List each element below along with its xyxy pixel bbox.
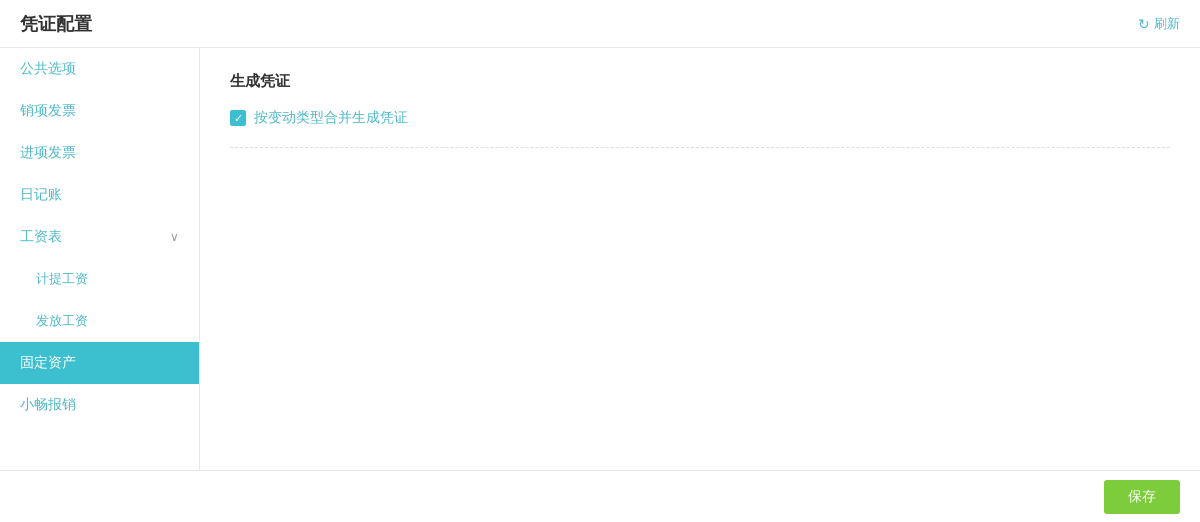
refresh-label: 刷新 [1154, 15, 1180, 33]
sidebar-item-label: 销项发票 [20, 102, 76, 120]
refresh-button[interactable]: ↻ 刷新 [1138, 15, 1180, 33]
sidebar-item-purchase-invoice[interactable]: 进项发票 [0, 132, 199, 174]
checkbox-label[interactable]: 按变动类型合并生成凭证 [254, 109, 408, 127]
merge-checkbox[interactable]: ✓ [230, 110, 246, 126]
sidebar-item-public-options[interactable]: 公共选项 [0, 48, 199, 90]
sidebar-item-fixed-assets[interactable]: 固定资产 [0, 342, 199, 384]
chevron-down-icon: ∨ [170, 230, 179, 244]
sidebar-item-pay-salary[interactable]: 发放工资 [0, 300, 199, 342]
sidebar: 公共选项销项发票进项发票日记账工资表 ∨ 计提工资发放工资固定资产小畅报销 [0, 48, 200, 470]
sidebar-item-expense-report[interactable]: 小畅报销 [0, 384, 199, 426]
check-mark-icon: ✓ [234, 113, 243, 124]
content-area: 公共选项销项发票进项发票日记账工资表 ∨ 计提工资发放工资固定资产小畅报销 生成凭证… [0, 48, 1200, 470]
save-button[interactable]: 保存 [1104, 480, 1180, 514]
sidebar-item-label: 固定资产 [20, 354, 76, 372]
page-title: 凭证配置 [20, 12, 92, 36]
section-title: 生成凭证 [230, 72, 1170, 91]
page-wrapper: 凭证配置 ↻ 刷新 公共选项销项发票进项发票日记账工资表 ∨ 计提工资发放工资固定资… [0, 0, 1200, 522]
sidebar-item-journal[interactable]: 日记账 [0, 174, 199, 216]
sidebar-item-label: 工资表 [20, 228, 62, 246]
sidebar-item-label: 公共选项 [20, 60, 76, 78]
sidebar-item-label: 发放工资 [36, 312, 88, 330]
main-content: 生成凭证 ✓ 按变动类型合并生成凭证 [200, 48, 1200, 470]
sidebar-item-label: 小畅报销 [20, 396, 76, 414]
sidebar-item-label: 计提工资 [36, 270, 88, 288]
refresh-icon: ↻ [1138, 16, 1150, 32]
sidebar-item-label: 进项发票 [20, 144, 76, 162]
sidebar-item-label: 日记账 [20, 186, 62, 204]
section-divider [230, 147, 1170, 148]
checkbox-row: ✓ 按变动类型合并生成凭证 [230, 109, 1170, 127]
header: 凭证配置 ↻ 刷新 [0, 0, 1200, 48]
sidebar-item-accrued-salary[interactable]: 计提工资 [0, 258, 199, 300]
sidebar-item-sales-invoice[interactable]: 销项发票 [0, 90, 199, 132]
sidebar-item-payroll-table[interactable]: 工资表 ∨ [0, 216, 199, 258]
footer: 保存 [0, 470, 1200, 522]
